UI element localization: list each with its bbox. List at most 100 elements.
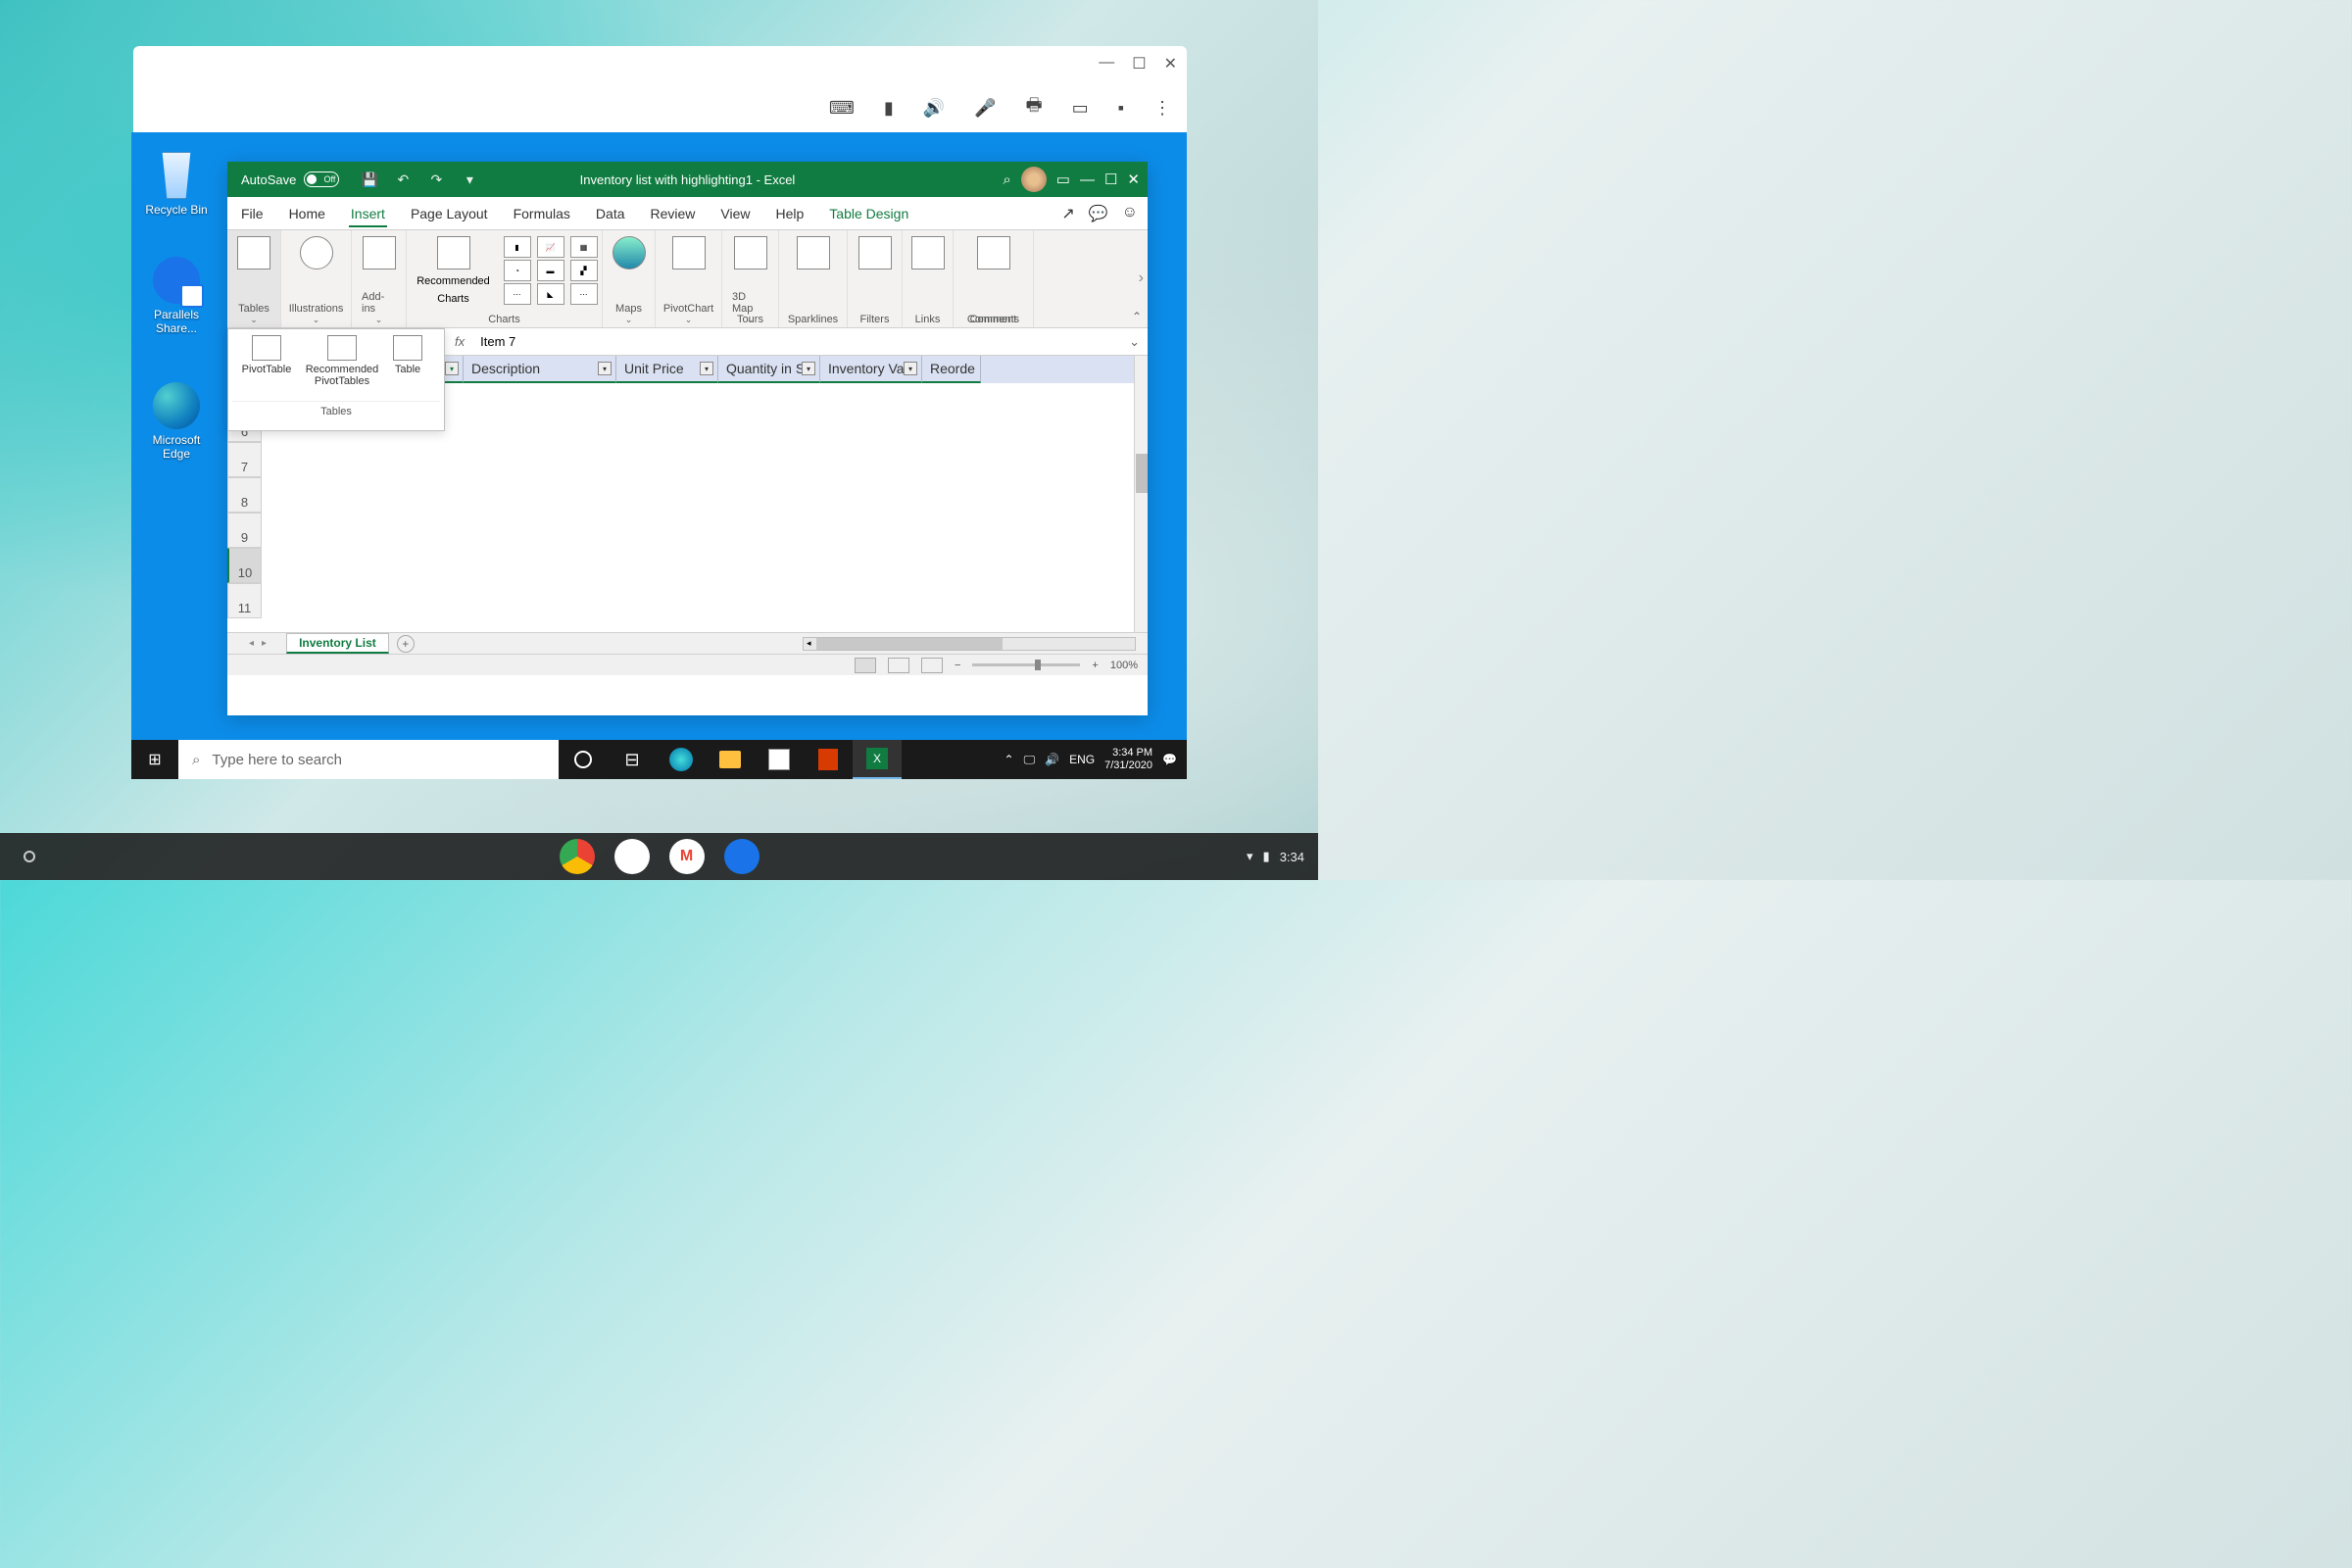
action-center-icon[interactable]: 💬: [1162, 753, 1177, 766]
tab-table-design[interactable]: Table Design: [827, 200, 910, 227]
share-icon[interactable]: ↗: [1061, 204, 1074, 223]
camera-icon[interactable]: ▮: [884, 98, 894, 119]
keyboard-icon[interactable]: ⌨: [829, 98, 855, 119]
search-icon[interactable]: ⌕: [1003, 172, 1010, 188]
sheet-nav-next-icon[interactable]: ▸: [258, 638, 270, 649]
bar-chart-icon[interactable]: ▬: [537, 260, 564, 281]
folder-icon[interactable]: ▭: [1072, 98, 1089, 119]
page-layout-view-button[interactable]: [888, 658, 909, 673]
chrome-minimize-button[interactable]: —: [1099, 54, 1114, 74]
recommended-charts-button[interactable]: Recommended Charts: [412, 236, 496, 307]
mic-icon[interactable]: 🎤: [974, 98, 996, 119]
tab-home[interactable]: Home: [287, 200, 327, 227]
excel-maximize-button[interactable]: ☐: [1104, 171, 1117, 188]
tray-volume-icon[interactable]: 🔊: [1045, 753, 1059, 766]
office-taskbar-icon[interactable]: [804, 740, 853, 779]
excel-minimize-button[interactable]: —: [1080, 172, 1095, 188]
collapse-ribbon-icon[interactable]: ⌃: [1132, 310, 1142, 323]
excel-titlebar[interactable]: AutoSave Off 💾 ↶ ↷ ▾ Inventory list with…: [227, 162, 1148, 197]
ribbon-sparklines-button[interactable]: Sparklines: [779, 230, 848, 327]
table-option[interactable]: Table: [383, 335, 432, 399]
filter-dropdown-icon[interactable]: ▾: [802, 362, 815, 375]
comments-icon[interactable]: 💬: [1089, 204, 1108, 223]
col-header-inventory-value[interactable]: Inventory Va▾: [820, 356, 922, 383]
pivottable-option[interactable]: PivotTable: [232, 335, 301, 399]
pie-chart-icon[interactable]: ◔: [504, 260, 531, 281]
filter-dropdown-icon[interactable]: ▾: [904, 362, 917, 375]
more-icon[interactable]: ⋮: [1153, 98, 1171, 119]
recycle-bin-icon[interactable]: Recycle Bin: [137, 152, 216, 217]
zoom-level[interactable]: 100%: [1110, 660, 1138, 671]
shelf-clock[interactable]: 3:34: [1280, 850, 1304, 864]
chart-gallery[interactable]: ▮📈▦ ◔▬▞ ⋯◣⋯: [504, 236, 598, 305]
tab-help[interactable]: Help: [774, 200, 807, 227]
files-app-icon[interactable]: [724, 839, 760, 874]
page-break-view-button[interactable]: [921, 658, 943, 673]
formula-expand-icon[interactable]: ⌄: [1121, 334, 1148, 350]
tray-clock[interactable]: 3:34 PM 7/31/2020: [1104, 747, 1152, 772]
start-button[interactable]: ⊞: [131, 740, 178, 779]
undo-icon[interactable]: ↶: [392, 169, 414, 190]
col-header-description[interactable]: Description▾: [464, 356, 616, 383]
ribbon-maps-button[interactable]: Maps ⌄: [603, 230, 656, 327]
qat-dropdown-icon[interactable]: ▾: [459, 169, 480, 190]
store-taskbar-icon[interactable]: [755, 740, 804, 779]
ribbon-scroll-right-icon[interactable]: ›: [1139, 270, 1144, 287]
filter-dropdown-icon[interactable]: ▾: [598, 362, 612, 375]
ribbon-illustrations-button[interactable]: Illustrations ⌄: [281, 230, 352, 327]
row-header-10[interactable]: 10: [227, 548, 262, 583]
tab-data[interactable]: Data: [594, 200, 627, 227]
col-header-unit-price[interactable]: Unit Price▾: [616, 356, 718, 383]
parallels-app-icon[interactable]: [614, 839, 650, 874]
sheet-nav-prev-icon[interactable]: ◂: [245, 638, 258, 649]
filter-dropdown-icon[interactable]: ▾: [700, 362, 713, 375]
task-view-icon[interactable]: ⊟: [608, 740, 657, 779]
cortana-icon[interactable]: [559, 740, 608, 779]
col-header-reorder[interactable]: Reorde: [922, 356, 981, 383]
tray-expand-icon[interactable]: ⌃: [1004, 753, 1014, 766]
add-sheet-button[interactable]: +: [397, 635, 415, 653]
more-charts-icon[interactable]: ⋯: [570, 283, 598, 305]
zoom-out-button[interactable]: −: [955, 660, 960, 671]
line-chart-icon[interactable]: 📈: [537, 236, 564, 258]
formula-input[interactable]: Item 7: [474, 334, 1121, 349]
launcher-button[interactable]: [10, 837, 49, 876]
ribbon-filters-button[interactable]: Filters: [848, 230, 903, 327]
tray-display-icon[interactable]: 🖵: [1024, 753, 1036, 767]
ribbon-pivotchart-button[interactable]: PivotChart ⌄: [656, 230, 722, 327]
save-icon[interactable]: 💾: [359, 169, 380, 190]
tab-formulas[interactable]: Formulas: [512, 200, 572, 227]
autosave-toggle[interactable]: Off: [304, 172, 339, 187]
fx-icon[interactable]: fx: [445, 334, 474, 349]
row-header-9[interactable]: 9: [227, 513, 262, 548]
print-icon[interactable]: 🖶: [1026, 93, 1043, 122]
scroll-thumb[interactable]: [816, 638, 1003, 650]
chrome-close-button[interactable]: ✕: [1164, 54, 1177, 74]
feedback-icon[interactable]: ▪: [1118, 98, 1124, 119]
explorer-taskbar-icon[interactable]: [706, 740, 755, 779]
tab-review[interactable]: Review: [649, 200, 698, 227]
scroll-thumb[interactable]: [1136, 454, 1148, 493]
ribbon-comment-button[interactable]: Comment Comments: [954, 230, 1034, 327]
treemap-icon[interactable]: ▦: [570, 236, 598, 258]
sheet-tab-inventory[interactable]: Inventory List: [286, 633, 389, 654]
row-header-8[interactable]: 8: [227, 477, 262, 513]
user-avatar[interactable]: [1021, 167, 1047, 192]
normal-view-button[interactable]: [855, 658, 876, 673]
ribbon-tables-button[interactable]: Tables ⌄: [227, 230, 281, 327]
edge-taskbar-icon[interactable]: [657, 740, 706, 779]
chrome-app-icon[interactable]: [560, 839, 595, 874]
tray-language[interactable]: ENG: [1069, 753, 1095, 766]
tab-page-layout[interactable]: Page Layout: [409, 200, 490, 227]
gmail-app-icon[interactable]: M: [669, 839, 705, 874]
scroll-left-icon[interactable]: ◂: [804, 638, 814, 650]
ribbon-links-button[interactable]: Links: [903, 230, 954, 327]
redo-icon[interactable]: ↷: [425, 169, 447, 190]
parallels-share-icon[interactable]: Parallels Share...: [137, 257, 216, 335]
ribbon-3dmap-button[interactable]: 3D Map ⌄ Tours: [722, 230, 779, 327]
smiley-icon[interactable]: ☺: [1122, 204, 1138, 223]
wifi-icon[interactable]: ▾: [1247, 849, 1253, 864]
tab-insert[interactable]: Insert: [349, 200, 387, 227]
volume-icon[interactable]: 🔊: [923, 98, 945, 119]
column-chart-icon[interactable]: ▮: [504, 236, 531, 258]
